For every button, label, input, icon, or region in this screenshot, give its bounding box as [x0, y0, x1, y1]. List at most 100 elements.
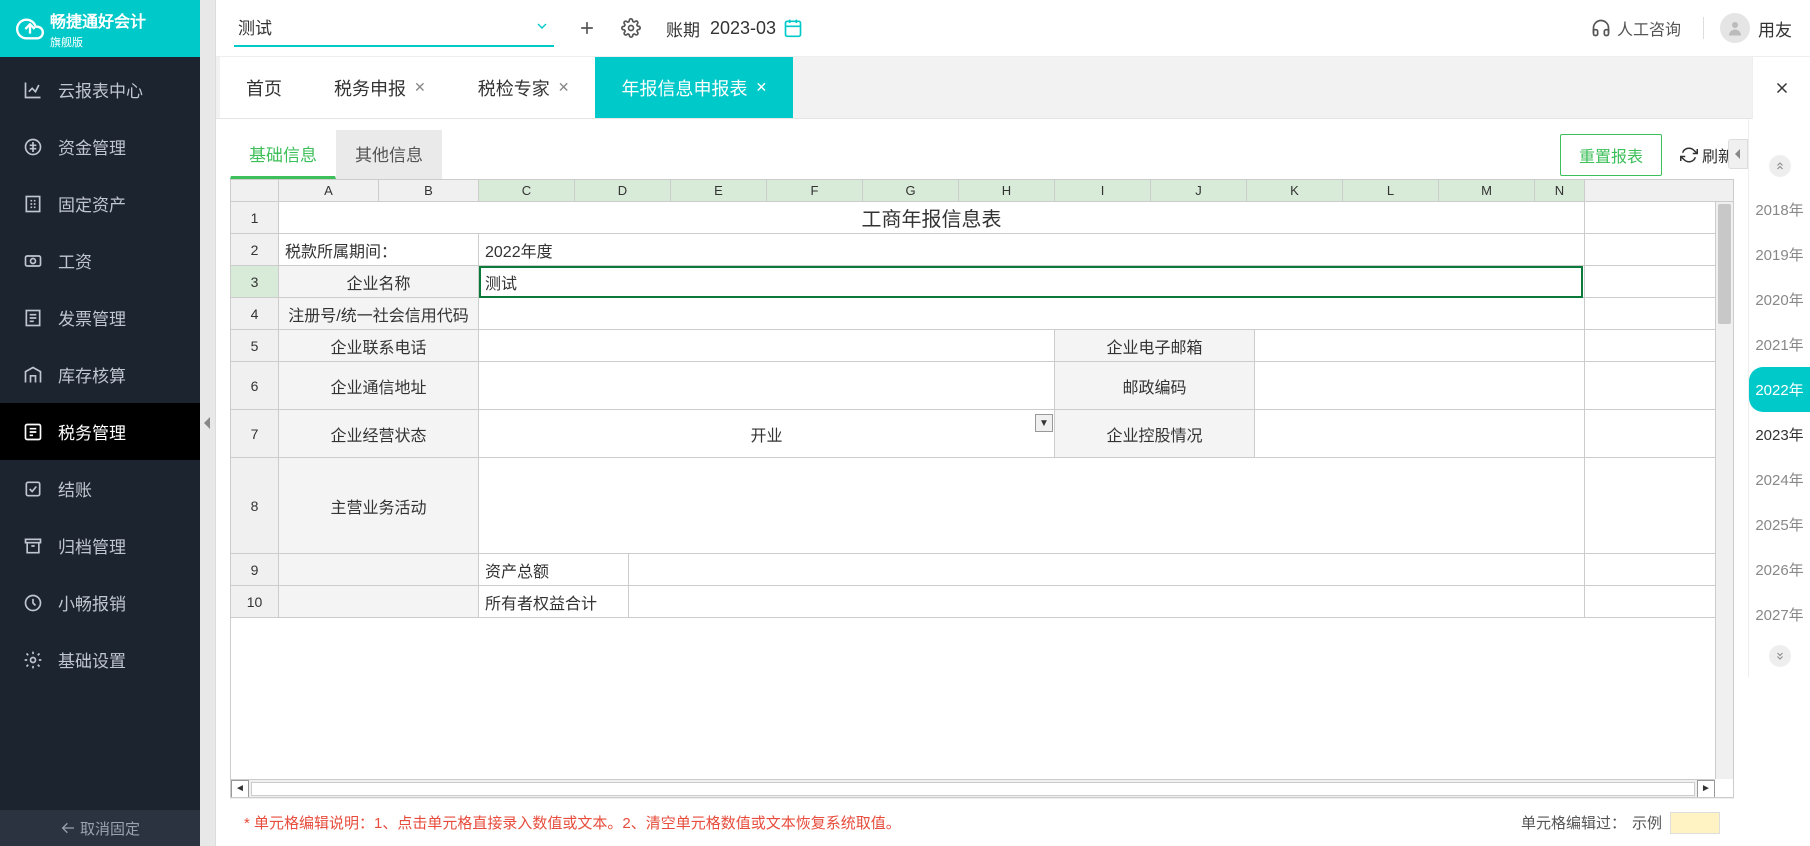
main-business-label: 主营业务活动 — [279, 458, 479, 553]
footer-note: * 单元格编辑说明：1、点击单元格直接录入数值或文本。2、清空单元格数值或文本恢… — [230, 798, 1734, 846]
chart-icon — [22, 79, 44, 101]
scroll-right-icon[interactable]: ► — [1697, 780, 1715, 798]
sidebar-item-archive[interactable]: 归档管理 — [0, 517, 200, 574]
username[interactable]: 用友 — [1758, 16, 1792, 41]
horizontal-scrollbar[interactable]: ◄ ► — [231, 779, 1715, 797]
row-header[interactable]: 3 — [231, 266, 279, 297]
scroll-down-icon[interactable] — [1769, 645, 1791, 667]
year-item[interactable]: 2024年 — [1749, 457, 1810, 502]
column-header[interactable]: J — [1151, 180, 1247, 201]
main-business-input[interactable] — [479, 458, 1585, 553]
sidebar-item-tax[interactable]: 税务管理 — [0, 403, 200, 460]
page-tab[interactable]: 首页 — [220, 57, 308, 118]
sidebar-item-expense[interactable]: 小畅报销 — [0, 574, 200, 631]
settings-button[interactable] — [620, 17, 642, 39]
total-assets-input[interactable] — [629, 554, 1585, 585]
column-header[interactable]: D — [575, 180, 671, 201]
company-selector[interactable]: 测试 — [234, 10, 554, 47]
year-item[interactable]: 2020年 — [1749, 277, 1810, 322]
year-item[interactable]: 2023年 — [1749, 412, 1810, 457]
vertical-scrollbar[interactable] — [1715, 202, 1733, 779]
holding-input[interactable] — [1255, 410, 1585, 457]
row-header[interactable]: 2 — [231, 234, 279, 265]
column-header[interactable]: I — [1055, 180, 1151, 201]
row-header[interactable]: 8 — [231, 458, 279, 553]
column-header[interactable]: A — [279, 180, 379, 201]
period-value-cell[interactable]: 2022年度 — [479, 234, 1585, 265]
equity-label: 所有者权益合计 — [479, 586, 629, 617]
sidebar-item-settings[interactable]: 基础设置 — [0, 631, 200, 688]
status-select[interactable]: 开业 — [479, 410, 1055, 457]
close-icon[interactable]: ✕ — [414, 79, 426, 96]
page-tab[interactable]: 税务申报✕ — [308, 57, 452, 118]
row-header[interactable]: 4 — [231, 298, 279, 329]
sidebar-collapse-handle[interactable] — [200, 0, 216, 846]
year-rail: 2018年2019年2020年2021年2022年2023年2024年2025年… — [1748, 119, 1810, 677]
sidebar-item-invoice[interactable]: 发票管理 — [0, 289, 200, 346]
scroll-up-icon[interactable] — [1769, 155, 1791, 177]
wage-icon — [22, 250, 44, 272]
zip-label: 邮政编码 — [1055, 362, 1255, 409]
column-header[interactable]: K — [1247, 180, 1343, 201]
sidebar-item-chart[interactable]: 云报表中心 — [0, 61, 200, 118]
close-icon[interactable]: ✕ — [755, 79, 767, 96]
email-input[interactable] — [1255, 330, 1585, 361]
address-input[interactable] — [479, 362, 1055, 409]
sidebar-item-stock[interactable]: 库存核算 — [0, 346, 200, 403]
refresh-button[interactable]: 刷新 — [1680, 143, 1734, 167]
add-button[interactable] — [576, 17, 598, 39]
row-header[interactable]: 7 — [231, 410, 279, 457]
sheet-tab[interactable]: 其他信息 — [336, 130, 442, 179]
column-header[interactable]: C — [479, 180, 575, 201]
page-tab[interactable]: 年报信息申报表✕ — [595, 57, 793, 118]
row-header[interactable]: 6 — [231, 362, 279, 409]
sidebar-item-close-acct[interactable]: 结账 — [0, 460, 200, 517]
sidebar-item-wage[interactable]: 工资 — [0, 232, 200, 289]
year-item[interactable]: 2021年 — [1749, 322, 1810, 367]
company-name-input[interactable]: 测试 — [479, 266, 1585, 297]
address-label: 企业通信地址 — [279, 362, 479, 409]
spreadsheet-grid[interactable]: ABCDEFGHIJKLMN 1工商年报信息表2税款所属期间：2022年度 3 企业… — [230, 179, 1734, 798]
page-tab[interactable]: 税检专家✕ — [452, 57, 596, 118]
column-header[interactable]: L — [1343, 180, 1439, 201]
column-header[interactable]: G — [863, 180, 959, 201]
row-header[interactable]: 9 — [231, 554, 279, 585]
edited-label: 单元格编辑过： — [1521, 812, 1626, 833]
sheet-tab[interactable]: 基础信息 — [230, 130, 336, 179]
year-item[interactable]: 2025年 — [1749, 502, 1810, 547]
phone-input[interactable] — [479, 330, 1055, 361]
column-header[interactable]: B — [379, 180, 479, 201]
sidebar-item-money[interactable]: 资金管理 — [0, 118, 200, 175]
year-item[interactable]: 2019年 — [1749, 232, 1810, 277]
main-area: 测试 账期 2023-03 人工咨询 — [216, 0, 1810, 846]
row-header[interactable]: 5 — [231, 330, 279, 361]
year-rail-collapse-button[interactable] — [1728, 139, 1748, 169]
avatar[interactable] — [1720, 13, 1750, 43]
year-item[interactable]: 2022年 — [1749, 367, 1810, 412]
year-item[interactable]: 2026年 — [1749, 547, 1810, 592]
unpin-button[interactable]: 取消固定 — [0, 810, 200, 846]
reg-no-input[interactable] — [479, 298, 1585, 329]
calendar-icon[interactable] — [782, 17, 804, 39]
close-all-tabs-button[interactable] — [1752, 57, 1810, 119]
sidebar-item-building[interactable]: 固定资产 — [0, 175, 200, 232]
consult-button[interactable]: 人工咨询 — [1591, 16, 1681, 40]
column-header[interactable]: H — [959, 180, 1055, 201]
year-item[interactable]: 2027年 — [1749, 592, 1810, 637]
column-header[interactable]: F — [767, 180, 863, 201]
equity-input[interactable] — [629, 586, 1585, 617]
period-value[interactable]: 2023-03 — [710, 18, 776, 39]
scroll-left-icon[interactable]: ◄ — [231, 780, 249, 798]
column-header[interactable]: N — [1535, 180, 1585, 201]
sheet-title: 工商年报信息表 — [279, 202, 1585, 233]
year-item[interactable]: 2018年 — [1749, 187, 1810, 232]
row-header[interactable]: 1 — [231, 202, 279, 233]
row-header[interactable]: 10 — [231, 586, 279, 617]
close-icon[interactable]: ✕ — [558, 79, 570, 96]
column-header[interactable]: M — [1439, 180, 1535, 201]
column-header[interactable]: E — [671, 180, 767, 201]
dropdown-arrow-icon[interactable]: ▼ — [1035, 414, 1053, 432]
reset-report-button[interactable]: 重置报表 — [1560, 134, 1662, 176]
zip-input[interactable] — [1255, 362, 1585, 409]
period-label-cell: 税款所属期间： — [279, 234, 479, 265]
